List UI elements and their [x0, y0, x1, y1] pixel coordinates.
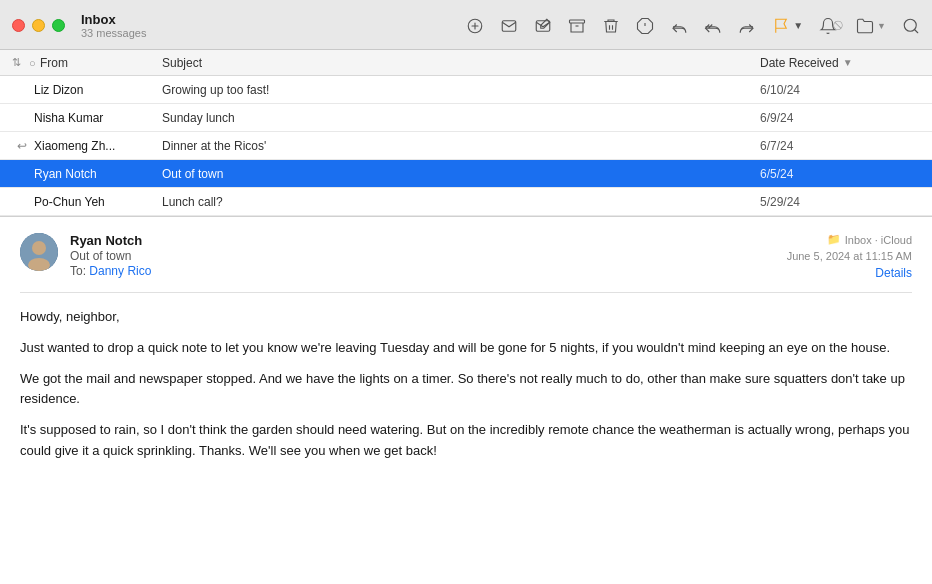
- message-body: Howdy, neighbor, Just wanted to drop a q…: [20, 307, 912, 462]
- close-button[interactable]: [12, 19, 25, 32]
- message-header: Ryan Notch Out of town To: Danny Rico 📁 …: [20, 233, 912, 280]
- reply-icon[interactable]: [670, 17, 688, 35]
- folder-chevron: ▼: [877, 21, 886, 31]
- message-subject-display: Out of town: [70, 249, 775, 263]
- search-icon[interactable]: [902, 17, 920, 35]
- table-row[interactable]: Po-Chun Yeh Lunch call? 5/29/24: [0, 188, 932, 216]
- svg-point-8: [32, 241, 46, 255]
- details-link[interactable]: Details: [875, 266, 912, 280]
- flag-icon[interactable]: ▼: [772, 17, 803, 35]
- table-row[interactable]: Liz Dizon Growing up too fast! 6/10/24: [0, 76, 932, 104]
- email-subject: Dinner at the Ricos': [162, 139, 760, 153]
- email-subject: Lunch call?: [162, 195, 760, 209]
- email-subject: Out of town: [162, 167, 760, 181]
- sort-controls[interactable]: ⇅ ○: [12, 56, 32, 69]
- reply-all-icon[interactable]: [704, 17, 722, 35]
- svg-rect-1: [502, 20, 516, 31]
- titlebar: Inbox 33 messages: [0, 0, 932, 50]
- message-to-name[interactable]: Danny Rico: [89, 264, 151, 278]
- email-date: 6/10/24: [760, 83, 920, 97]
- sender-name: Liz Dizon: [32, 83, 162, 97]
- message-date: June 5, 2024 at 11:15 AM: [787, 250, 912, 262]
- body-paragraph-3: We got the mail and newspaper stopped. A…: [20, 369, 912, 411]
- avatar-image: [20, 233, 58, 271]
- subject-column-header: Subject: [162, 56, 760, 70]
- body-paragraph-1: Howdy, neighbor,: [20, 307, 912, 328]
- sort-icon: ⇅: [12, 56, 21, 69]
- sender-name: Nisha Kumar: [32, 111, 162, 125]
- message-view: Ryan Notch Out of town To: Danny Rico 📁 …: [0, 217, 932, 584]
- list-header: ⇅ ○ From Subject Date Received ▼: [0, 50, 932, 76]
- sender-name: Xiaomeng Zh...: [32, 139, 162, 153]
- table-row[interactable]: Nisha Kumar Sunday lunch 6/9/24: [0, 104, 932, 132]
- message-to: To: Danny Rico: [70, 264, 775, 278]
- table-row[interactable]: ↩ Xiaomeng Zh... Dinner at the Ricos' 6/…: [0, 132, 932, 160]
- body-paragraph-4: It's supposed to rain, so I don't think …: [20, 420, 912, 462]
- message-right-meta: 📁 Inbox · iCloud June 5, 2024 at 11:15 A…: [787, 233, 912, 280]
- flag-dropdown-chevron[interactable]: ▼: [793, 20, 803, 31]
- compose-icon[interactable]: [534, 17, 552, 35]
- email-date: 6/7/24: [760, 139, 920, 153]
- message-divider: [20, 292, 912, 293]
- email-list: Liz Dizon Growing up too fast! 6/10/24 N…: [0, 76, 932, 217]
- toolbar: ▼ ⃠ ▼: [466, 17, 920, 35]
- folder-icon[interactable]: ▼: [856, 17, 886, 35]
- maximize-button[interactable]: [52, 19, 65, 32]
- minimize-button[interactable]: [32, 19, 45, 32]
- main-content: ⇅ ○ From Subject Date Received ▼ Liz Diz…: [0, 50, 932, 584]
- email-date: 6/5/24: [760, 167, 920, 181]
- email-subject: Sunday lunch: [162, 111, 760, 125]
- sender-name: Ryan Notch: [32, 167, 162, 181]
- notification-icon[interactable]: ⃠: [819, 17, 840, 35]
- forward-icon[interactable]: [738, 17, 756, 35]
- inbox-subtitle: 33 messages: [81, 27, 146, 39]
- archive-circle-icon[interactable]: [466, 17, 484, 35]
- inbox-title: Inbox: [81, 12, 146, 28]
- message-sender: Ryan Notch: [70, 233, 775, 248]
- email-date: 6/9/24: [760, 111, 920, 125]
- svg-rect-3: [570, 20, 585, 23]
- archive-box-icon[interactable]: [568, 17, 586, 35]
- table-row[interactable]: Ryan Notch Out of town 6/5/24: [0, 160, 932, 188]
- message-meta: Ryan Notch Out of town To: Danny Rico: [70, 233, 775, 278]
- replied-icon: ↩: [17, 139, 27, 153]
- window-controls: [12, 19, 65, 32]
- mail-icon[interactable]: [500, 17, 518, 35]
- date-column-header: Date Received ▼: [760, 56, 920, 70]
- inbox-title-block: Inbox 33 messages: [81, 12, 146, 40]
- from-column-header: From: [32, 56, 162, 70]
- email-subject: Growing up too fast!: [162, 83, 760, 97]
- date-sort-chevron[interactable]: ▼: [843, 57, 853, 68]
- sender-name: Po-Chun Yeh: [32, 195, 162, 209]
- trash-icon[interactable]: [602, 17, 620, 35]
- body-paragraph-2: Just wanted to drop a quick note to let …: [20, 338, 912, 359]
- row-indicator: ↩: [12, 139, 32, 153]
- avatar: [20, 233, 58, 271]
- junk-icon[interactable]: [636, 17, 654, 35]
- inbox-folder-icon: 📁: [827, 233, 841, 246]
- email-date: 5/29/24: [760, 195, 920, 209]
- message-location: 📁 Inbox · iCloud: [827, 233, 912, 246]
